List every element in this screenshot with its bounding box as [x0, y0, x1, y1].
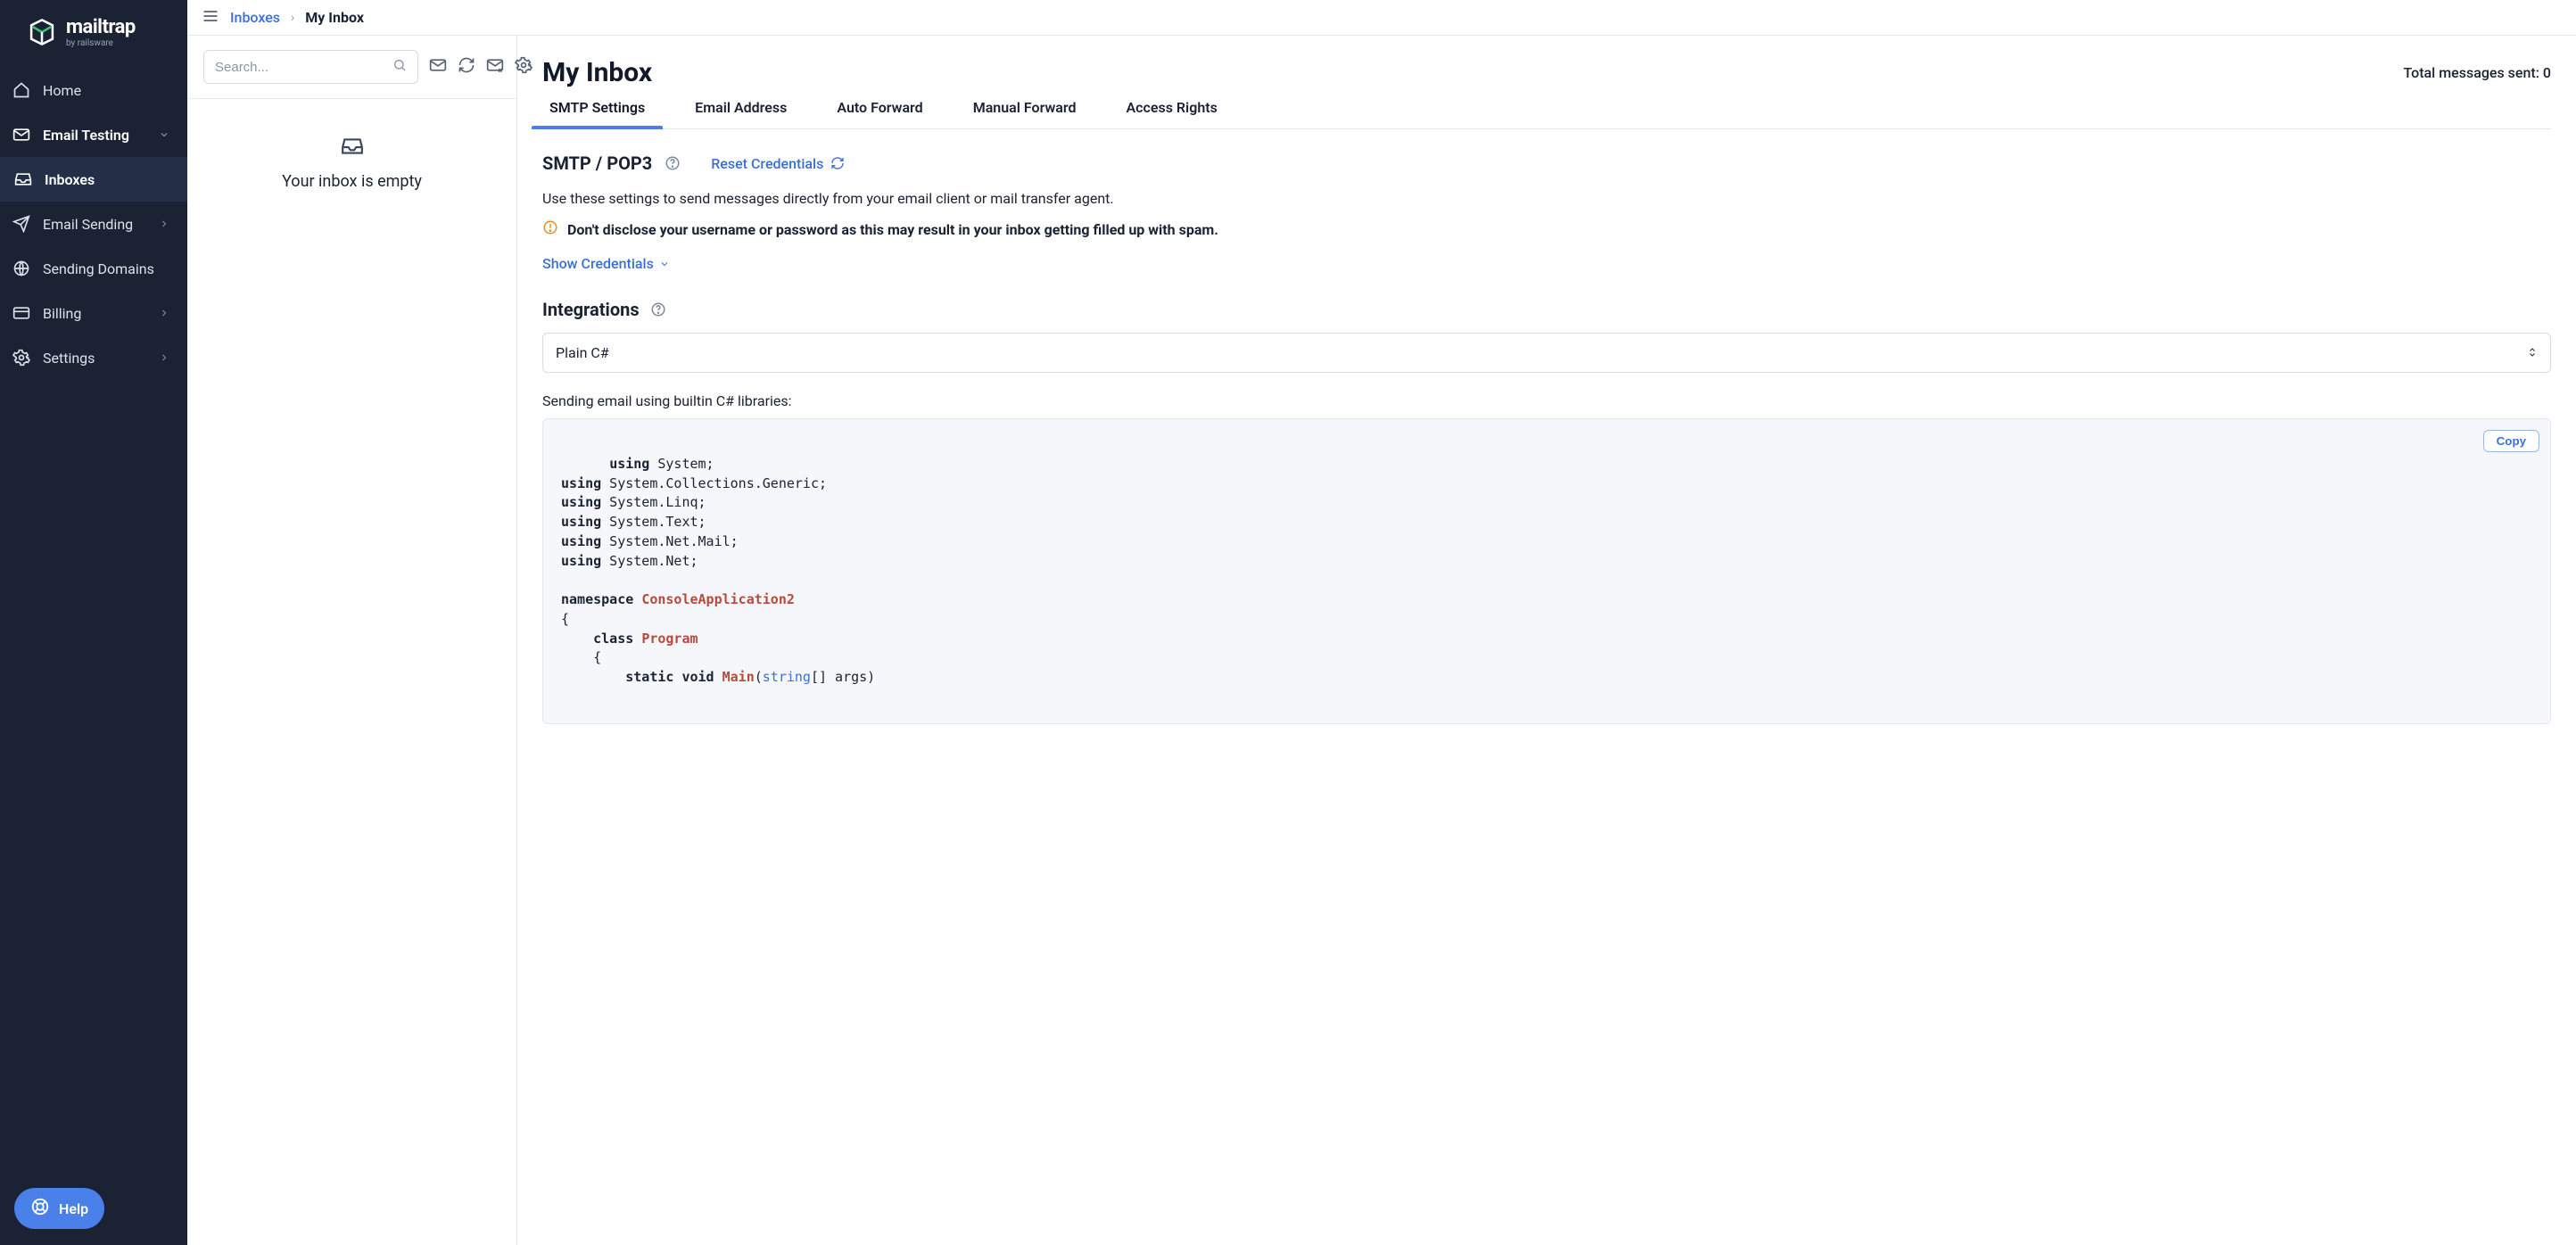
help-icon[interactable] — [665, 155, 681, 171]
tab-access-rights[interactable]: Access Rights — [1119, 99, 1224, 128]
chevron-down-icon — [159, 127, 169, 144]
sidebar-item-label: Home — [43, 82, 81, 99]
card-icon — [12, 304, 30, 322]
breadcrumb-current: My Inbox — [305, 9, 364, 26]
chevron-right-icon — [159, 305, 169, 322]
sidebar-nav: Home Email Testing Inboxes Email Sending — [0, 68, 187, 380]
inbox-icon — [187, 135, 516, 161]
sidebar-item-label: Settings — [43, 350, 95, 367]
sidebar-item-label: Email Testing — [43, 127, 129, 144]
total-messages-value: 0 — [2543, 64, 2551, 81]
integrations-title: Integrations — [542, 299, 640, 320]
sidebar-item-label: Email Sending — [43, 216, 133, 233]
sidebar-item-home[interactable]: Home — [0, 68, 187, 112]
show-credentials-label: Show Credentials — [542, 255, 654, 272]
tabs: SMTP Settings Email Address Auto Forward… — [542, 99, 2551, 129]
smtp-section-title: SMTP / POP3 — [542, 153, 652, 174]
language-select[interactable]: Plain C# — [542, 333, 2551, 373]
lifebuoy-icon — [30, 1197, 50, 1220]
help-icon[interactable] — [650, 301, 666, 317]
tab-email-address[interactable]: Email Address — [688, 99, 794, 128]
total-messages: Total messages sent: 0 — [2403, 64, 2551, 81]
brand-logo[interactable]: mailtrap by railsware — [0, 0, 187, 68]
chevron-right-icon — [159, 216, 169, 233]
search-input-wrap[interactable] — [203, 50, 418, 84]
sidebar-item-label: Sending Domains — [43, 260, 154, 277]
total-messages-label: Total messages sent: — [2403, 64, 2542, 81]
menu-icon[interactable] — [202, 7, 219, 29]
empty-message: Your inbox is empty — [187, 172, 516, 191]
sidebar-item-billing[interactable]: Billing — [0, 291, 187, 335]
message-toolbar — [187, 36, 516, 99]
tab-smtp-settings[interactable]: SMTP Settings — [542, 99, 652, 128]
sidebar-item-sending-domains[interactable]: Sending Domains — [0, 246, 187, 291]
brand-byline: by railsware — [66, 38, 136, 48]
main-panel: My Inbox Total messages sent: 0 SMTP Set… — [517, 0, 2576, 1245]
refresh-icon — [830, 156, 845, 170]
chevron-right-icon: › — [291, 11, 294, 25]
sidebar-item-email-sending[interactable]: Email Sending — [0, 202, 187, 246]
brand-name: mailtrap — [66, 16, 136, 38]
page-title: My Inbox — [542, 57, 652, 88]
sidebar-item-label: Inboxes — [45, 171, 95, 188]
sidebar-item-settings[interactable]: Settings — [0, 335, 187, 380]
search-icon — [392, 58, 407, 76]
clear-inbox-icon[interactable] — [486, 56, 504, 78]
code-caption: Sending email using builtin C# libraries… — [542, 392, 2551, 409]
smtp-description: Use these settings to send messages dire… — [542, 190, 2551, 207]
warning-text: Don't disclose your username or password… — [567, 221, 1218, 238]
mailtrap-icon — [27, 17, 57, 47]
select-chevron-icon — [2527, 344, 2538, 361]
sidebar-item-email-testing[interactable]: Email Testing — [0, 112, 187, 157]
chevron-right-icon — [159, 350, 169, 367]
empty-state: Your inbox is empty — [187, 99, 516, 191]
sidebar-item-inboxes[interactable]: Inboxes — [0, 157, 187, 202]
search-input[interactable] — [215, 60, 392, 75]
reset-credentials-label: Reset Credentials — [711, 155, 823, 172]
warning-banner: Don't disclose your username or password… — [542, 219, 2551, 239]
language-select-value: Plain C# — [556, 344, 609, 361]
tab-manual-forward[interactable]: Manual Forward — [966, 99, 1084, 128]
copy-button[interactable]: Copy — [2483, 430, 2539, 452]
warning-icon — [542, 219, 558, 239]
reset-credentials-link[interactable]: Reset Credentials — [711, 155, 845, 172]
show-credentials-link[interactable]: Show Credentials — [542, 255, 670, 272]
mark-read-icon[interactable] — [429, 56, 447, 78]
sidebar-item-label: Billing — [43, 305, 81, 322]
help-button[interactable]: Help — [14, 1188, 104, 1229]
message-list-panel: Inboxes › My Inbox Your inbox is empty — [187, 0, 517, 1245]
code-block: Copyusing System; using System.Collectio… — [542, 418, 2551, 724]
breadcrumb-parent[interactable]: Inboxes — [230, 9, 280, 26]
refresh-icon[interactable] — [458, 56, 475, 78]
tab-auto-forward[interactable]: Auto Forward — [830, 99, 929, 128]
chevron-down-icon — [659, 259, 670, 269]
sidebar: mailtrap by railsware Home Email Testing… — [0, 0, 187, 1245]
globe-icon — [12, 260, 30, 277]
home-icon — [12, 81, 30, 99]
help-label: Help — [59, 1200, 88, 1217]
envelope-check-icon — [12, 126, 30, 144]
gear-icon — [12, 349, 30, 367]
breadcrumb-bar: Inboxes › My Inbox — [187, 0, 2576, 36]
send-icon — [12, 215, 30, 233]
inbox-icon — [14, 170, 32, 188]
